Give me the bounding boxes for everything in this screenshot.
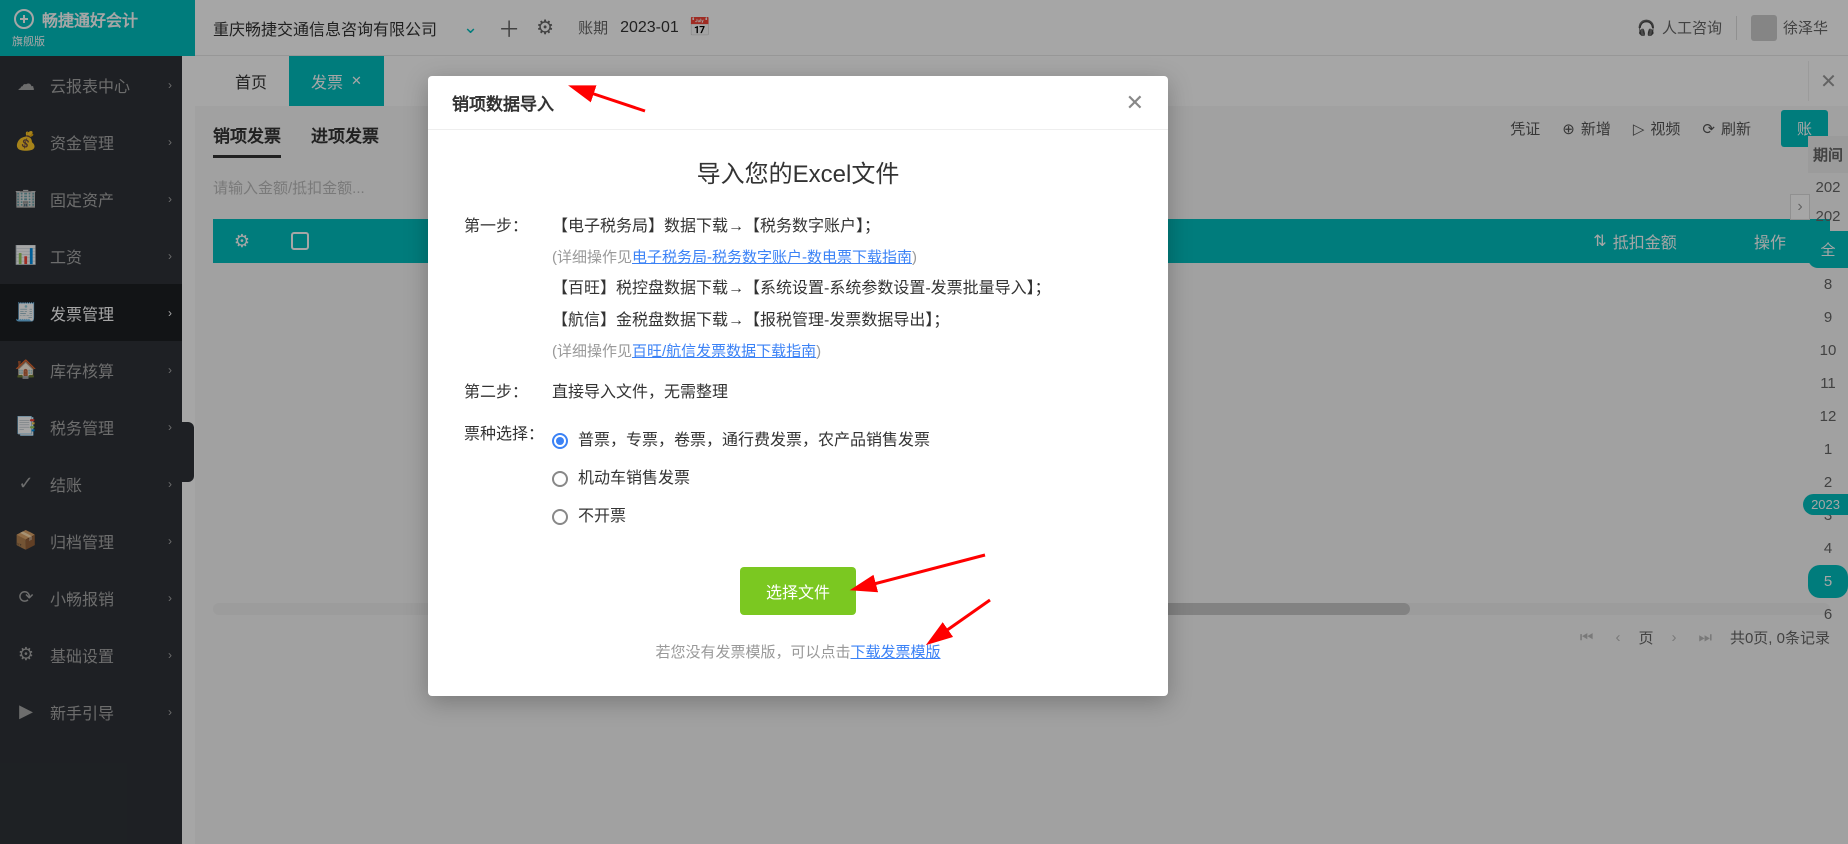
modal-title: 销项数据导入 [452,90,554,115]
step1-hint2: (详细操作见百旺/航信发票数据下载指南) [552,337,1132,367]
radio-general[interactable]: 普票，专票，卷票，通行费发票，农产品销售发票 [552,425,1132,457]
step2-label: 第二步： [464,377,552,409]
radio-vehicle[interactable]: 机动车销售发票 [552,463,1132,495]
radio-icon [552,471,568,487]
step1-hint1: (详细操作见电子税务局-税务数字账户-数电票下载指南) [552,243,1132,273]
template-line: 若您没有发票模版，可以点击下载发票模版 [464,641,1132,662]
modal-heading: 导入您的Excel文件 [464,154,1132,189]
step1-label: 第一步： [464,211,552,367]
modal-close-button[interactable]: ✕ [1126,90,1144,116]
radio-icon [552,509,568,525]
radio-noinvoice[interactable]: 不开票 [552,501,1132,533]
step1-line2: 【百旺】税控盘数据下载→【系统设置-系统参数设置-发票批量导入】； [552,273,1132,305]
etax-guide-link[interactable]: 电子税务局-税务数字账户-数电票下载指南 [632,249,912,266]
kind-label: 票种选择： [464,419,552,539]
bw-hx-guide-link[interactable]: 百旺/航信发票数据下载指南 [632,343,816,360]
step2-text: 直接导入文件，无需整理 [552,377,1132,409]
radio-icon [552,433,568,449]
import-modal: 销项数据导入 ✕ 导入您的Excel文件 第一步： 【电子税务局】数据下载→【税… [428,76,1168,696]
choose-file-button[interactable]: 选择文件 [740,567,856,615]
download-template-link[interactable]: 下载发票模版 [851,644,941,661]
step1-line3: 【航信】金税盘数据下载→【报税管理-发票数据导出】； [552,305,1132,337]
step1-line1: 【电子税务局】数据下载→【税务数字账户】； [552,211,1132,243]
